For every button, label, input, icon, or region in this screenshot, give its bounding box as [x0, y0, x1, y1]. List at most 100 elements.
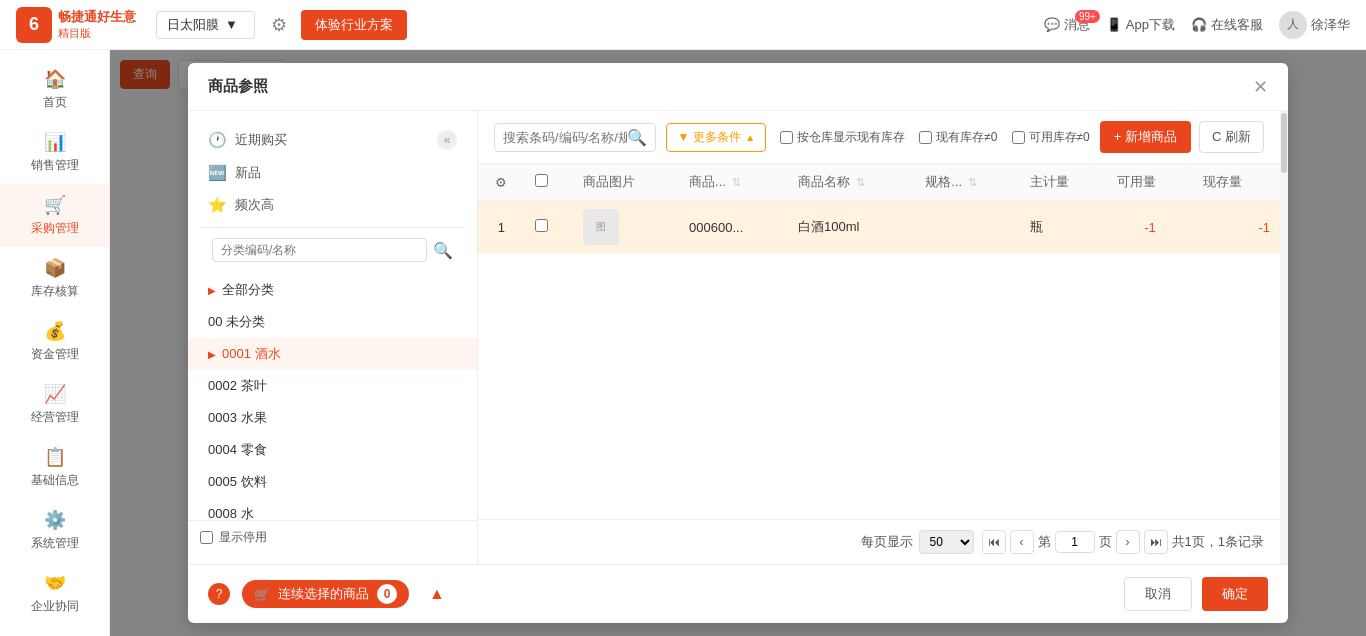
- stock-nonzero-checkbox-label[interactable]: 现有库存≠0: [919, 129, 997, 146]
- per-page-selector: 每页显示 50 100 200: [861, 530, 974, 554]
- store-selector[interactable]: 日太阳膜 ▼: [156, 11, 255, 39]
- quick-link-frequent[interactable]: ⭐ 频次高: [200, 191, 465, 219]
- category-search-row: 🔍: [200, 234, 465, 266]
- warehouse-display-checkbox[interactable]: [780, 131, 793, 144]
- stock-nonzero-checkbox[interactable]: [919, 131, 932, 144]
- category-liquor[interactable]: ▶ 0001 酒水: [188, 338, 477, 370]
- app-download-btn[interactable]: 📱 App下载: [1106, 16, 1175, 34]
- operation-icon: 📈: [44, 383, 66, 405]
- prev-page-button[interactable]: ‹: [1010, 530, 1034, 554]
- product-reference-modal: 商品参照 ✕ 🕐 近期购买 «: [188, 63, 1288, 623]
- service-btn[interactable]: 🎧 在线客服: [1191, 16, 1263, 34]
- scrollbar[interactable]: [1280, 111, 1288, 564]
- arrow-icon: ▶: [208, 285, 216, 296]
- cart-icon: 🛒: [254, 587, 270, 602]
- col-name-header[interactable]: 商品名称 ⇅: [788, 164, 915, 201]
- sidebar-item-system[interactable]: ⚙️ 系统管理: [0, 499, 109, 562]
- collapse-button[interactable]: «: [437, 130, 457, 150]
- quick-links-section: 🕐 近期购买 « 🆕 新品 ⭐ 频次高: [188, 121, 477, 270]
- col-code-header[interactable]: 商品... ⇅: [679, 164, 788, 201]
- usable-nonzero-checkbox[interactable]: [1012, 131, 1025, 144]
- cart-button[interactable]: 🛒 连续选择的商品 0: [242, 580, 409, 608]
- confirm-button[interactable]: 确定: [1202, 577, 1268, 611]
- col-checkbox-header[interactable]: [525, 164, 573, 201]
- table-body: 1 图 000600... 白酒100ml 瓶: [478, 201, 1280, 254]
- filter-icon: ▼: [677, 130, 689, 144]
- modal-footer: ? 🛒 连续选择的商品 0 ▲ 取消 确定: [188, 564, 1288, 623]
- row-select-checkbox[interactable]: [535, 219, 548, 232]
- navbar-right: 💬 消息 99+ 📱 App下载 🎧 在线客服 人 徐泽华: [1044, 11, 1350, 39]
- main-content: 查询 设置 刷新 商品参照 ✕ 🕐: [110, 50, 1366, 636]
- cancel-button[interactable]: 取消: [1124, 577, 1192, 611]
- first-page-button[interactable]: ⏮: [982, 530, 1006, 554]
- table-header: ⚙ 商品图片 商品... ⇅ 商品名称 ⇅ 规格... ⇅ 主计量 可用量 现: [478, 164, 1280, 201]
- new-icon: 🆕: [208, 164, 227, 182]
- messages-btn[interactable]: 💬 消息 99+: [1044, 16, 1090, 34]
- row-checkbox[interactable]: [525, 201, 573, 254]
- sidebar-item-basic-info[interactable]: 📋 基础信息: [0, 436, 109, 499]
- product-search-input[interactable]: [503, 130, 627, 145]
- category-uncategorized[interactable]: 00 未分类: [188, 306, 477, 338]
- modal-close-button[interactable]: ✕: [1253, 78, 1268, 96]
- sidebar-item-sales[interactable]: 📊 销售管理: [0, 121, 109, 184]
- per-page-select[interactable]: 50 100 200: [919, 530, 974, 554]
- filter-checkboxes: 按仓库显示现有库存 现有库存≠0 可用库存≠0: [780, 129, 1090, 146]
- left-panel-bottom: 显示停用: [188, 520, 477, 554]
- show-disabled-checkbox[interactable]: [200, 531, 213, 544]
- message-icon: 💬: [1044, 17, 1060, 32]
- avatar: 人: [1279, 11, 1307, 39]
- sidebar-item-home[interactable]: 🏠 首页: [0, 58, 109, 121]
- show-disabled-section: 显示停用: [200, 529, 267, 546]
- product-thumbnail: 图: [583, 209, 619, 245]
- experience-button[interactable]: 体验行业方案: [301, 10, 407, 40]
- logo: 6 畅捷通好生意 精目版: [16, 7, 136, 43]
- usable-nonzero-checkbox-label[interactable]: 可用库存≠0: [1012, 129, 1090, 146]
- page-number-input[interactable]: [1055, 531, 1095, 553]
- home-icon: 🏠: [44, 68, 66, 90]
- sidebar-item-inventory[interactable]: 📦 库存核算: [0, 247, 109, 310]
- scrollbar-thumb[interactable]: [1281, 113, 1287, 173]
- search-submit-icon[interactable]: 🔍: [627, 128, 647, 147]
- category-search-input[interactable]: [212, 238, 427, 262]
- user-profile[interactable]: 人 徐泽华: [1279, 11, 1350, 39]
- category-beverage[interactable]: 0005 饮料: [188, 466, 477, 498]
- sidebar-item-operation[interactable]: 📈 经营管理: [0, 373, 109, 436]
- sidebar-item-enterprise[interactable]: 🤝 企业协同: [0, 562, 109, 625]
- category-tea[interactable]: 0002 茶叶: [188, 370, 477, 402]
- row-name: 白酒100ml: [788, 201, 915, 254]
- sidebar: 🏠 首页 📊 销售管理 🛒 采购管理 📦 库存核算 💰 资金管理 📈 经营管理 …: [0, 50, 110, 636]
- help-button[interactable]: ?: [208, 583, 230, 605]
- category-all[interactable]: ▶ 全部分类: [188, 274, 477, 306]
- quick-link-new[interactable]: 🆕 新品: [200, 159, 465, 187]
- warehouse-display-checkbox-label[interactable]: 按仓库显示现有库存: [780, 129, 905, 146]
- settings-icon[interactable]: ⚙: [271, 14, 287, 36]
- modal-header: 商品参照 ✕: [188, 63, 1288, 111]
- add-product-button[interactable]: + 新增商品: [1100, 121, 1191, 153]
- quick-link-recent[interactable]: 🕐 近期购买 «: [200, 125, 465, 155]
- last-page-button[interactable]: ⏭: [1144, 530, 1168, 554]
- category-fruit[interactable]: 0003 水果: [188, 402, 477, 434]
- more-filters-button[interactable]: ▼ 更多条件 ▲: [666, 123, 766, 152]
- search-toolbar: 🔍 ▼ 更多条件 ▲ 按仓库显示现有库存: [478, 111, 1280, 164]
- next-page-button[interactable]: ›: [1116, 530, 1140, 554]
- frequent-icon: ⭐: [208, 196, 227, 214]
- pagination: 每页显示 50 100 200 ⏮ ‹ 第: [478, 519, 1280, 564]
- row-available: -1: [1107, 201, 1194, 254]
- footer-right: 取消 确定: [1124, 577, 1268, 611]
- select-all-checkbox[interactable]: [535, 174, 548, 187]
- sidebar-item-guide[interactable]: 🔰 新手引导: [0, 625, 109, 636]
- refresh-table-button[interactable]: C 刷新: [1199, 121, 1264, 153]
- sidebar-item-purchase[interactable]: 🛒 采购管理: [0, 184, 109, 247]
- col-spec-header[interactable]: 规格... ⇅: [915, 164, 1020, 201]
- sidebar-item-finance[interactable]: 💰 资金管理: [0, 310, 109, 373]
- category-water[interactable]: 0008 水: [188, 498, 477, 520]
- table-row[interactable]: 1 图 000600... 白酒100ml 瓶: [478, 201, 1280, 254]
- category-snack[interactable]: 0004 零食: [188, 434, 477, 466]
- finance-icon: 💰: [44, 320, 66, 342]
- category-search-icon[interactable]: 🔍: [433, 241, 453, 260]
- navbar: 6 畅捷通好生意 精目版 日太阳膜 ▼ ⚙ 体验行业方案 💬 消息 99+ 📱 …: [0, 0, 1366, 50]
- product-search-bar: 🔍: [494, 123, 656, 152]
- collapse-footer-button[interactable]: ▲: [429, 585, 445, 603]
- col-settings[interactable]: ⚙: [478, 164, 525, 201]
- purchase-icon: 🛒: [44, 194, 66, 216]
